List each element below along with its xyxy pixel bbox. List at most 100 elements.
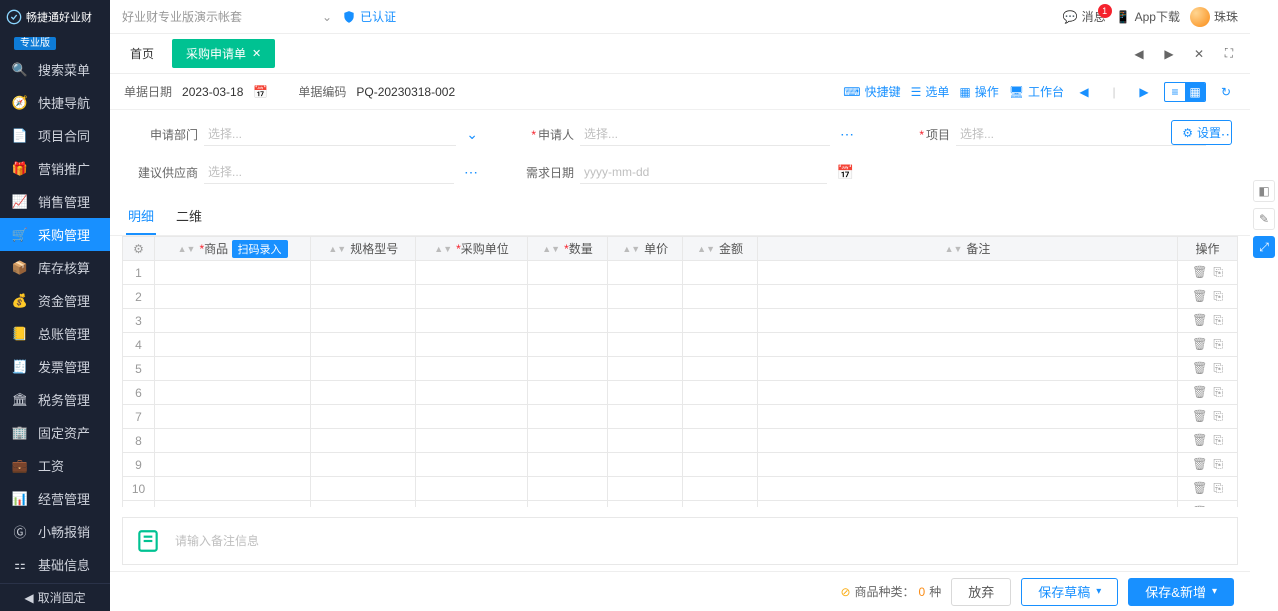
close-icon[interactable]: ✕ [252, 47, 261, 60]
delete-icon[interactable]: 🗑 [1192, 481, 1207, 495]
delete-icon[interactable]: 🗑 [1192, 457, 1207, 471]
sidebar-item-7[interactable]: 💰资金管理 [0, 284, 110, 317]
select-order-button[interactable]: ☰选单 [911, 83, 950, 100]
sidebar-item-6[interactable]: 📦库存核算 [0, 251, 110, 284]
rail-button-1[interactable]: ◧ [1253, 180, 1275, 202]
copy-icon[interactable]: ⎘ [1213, 385, 1223, 400]
view-list-button[interactable]: ≡ [1165, 83, 1185, 101]
app-download-button[interactable]: 📱 App下载 [1116, 8, 1180, 25]
nav-last-button[interactable]: ▶ [1134, 82, 1154, 102]
need-date-input[interactable] [580, 160, 827, 184]
table-settings-button[interactable]: ⚙ [123, 237, 155, 261]
table-row[interactable]: 3🗑⎘ [123, 309, 1238, 333]
sidebar-item-14[interactable]: Ⓖ小畅报销 [0, 515, 110, 548]
col-spec[interactable]: ▲▼规格型号 [311, 237, 416, 261]
tab-home[interactable]: 首页 [120, 39, 164, 68]
detail-tab-2d[interactable]: 二维 [174, 198, 204, 235]
table-row[interactable]: 6🗑⎘ [123, 381, 1238, 405]
doc-date-value[interactable]: 2023-03-18 [182, 85, 243, 99]
col-unit[interactable]: ▲▼*采购单位 [416, 237, 527, 261]
operations-button[interactable]: ▦操作 [959, 83, 998, 100]
sidebar-item-12[interactable]: 💼工资 [0, 449, 110, 482]
delete-icon[interactable]: 🗑 [1192, 313, 1207, 327]
col-qty[interactable]: ▲▼*数量 [527, 237, 608, 261]
delete-icon[interactable]: 🗑 [1192, 361, 1207, 375]
tab-close-all-button[interactable]: ✕ [1188, 43, 1210, 65]
save-draft-button[interactable]: 保存草稿 [1021, 578, 1118, 606]
table-row[interactable]: 2🗑⎘ [123, 285, 1238, 309]
shortcut-button[interactable]: ⌨快捷键 [843, 83, 900, 100]
account-selector[interactable]: 好业财专业版演示帐套 ⌄ [122, 8, 332, 25]
table-row[interactable]: 10🗑⎘ [123, 477, 1238, 501]
sidebar-item-9[interactable]: 🧾发票管理 [0, 350, 110, 383]
tab-purchase-request[interactable]: 采购申请单 ✕ [172, 39, 275, 68]
table-row[interactable]: 7🗑⎘ [123, 405, 1238, 429]
sidebar-item-10[interactable]: 🏛税务管理 [0, 383, 110, 416]
sidebar-item-3[interactable]: 🎁营销推广 [0, 152, 110, 185]
table-row[interactable]: 11🗑⎘ [123, 501, 1238, 508]
sidebar-item-0[interactable]: 🔍搜索菜单 [0, 53, 110, 86]
delete-icon[interactable]: 🗑 [1192, 289, 1207, 303]
sidebar-item-8[interactable]: 📒总账管理 [0, 317, 110, 350]
refresh-button[interactable]: ↻ [1216, 82, 1236, 102]
delete-icon[interactable]: 🗑 [1192, 409, 1207, 423]
settings-button[interactable]: ⚙ 设置 [1171, 120, 1232, 145]
delete-icon[interactable]: 🗑 [1192, 385, 1207, 399]
supplier-input[interactable] [204, 160, 454, 184]
copy-icon[interactable]: ⎘ [1213, 409, 1223, 424]
user-menu[interactable]: 珠珠 [1190, 7, 1238, 27]
fullscreen-button[interactable]: ⛶ [1218, 43, 1240, 65]
tab-prev-button[interactable]: ◀ [1128, 43, 1150, 65]
save-and-new-button[interactable]: 保存&新增 [1128, 578, 1234, 606]
chevron-down-icon[interactable]: ⌄ [462, 126, 482, 143]
rail-button-2[interactable]: ✎ [1253, 208, 1275, 230]
col-amount[interactable]: ▲▼金额 [683, 237, 758, 261]
copy-icon[interactable]: ⎘ [1213, 481, 1223, 496]
sidebar-item-2[interactable]: 📄项目合同 [0, 119, 110, 152]
scan-button[interactable]: 扫码录入 [232, 240, 288, 258]
nav-first-button[interactable]: ◀ [1074, 82, 1094, 102]
rail-button-3[interactable]: ⤢ [1253, 236, 1275, 258]
sidebar-item-15[interactable]: ⚏基础信息 [0, 548, 110, 581]
sidebar-item-5[interactable]: 🛒采购管理 [0, 218, 110, 251]
col-product[interactable]: ▲▼*商品 扫码录入 [155, 237, 311, 261]
delete-icon[interactable]: 🗑 [1192, 265, 1207, 279]
copy-icon[interactable]: ⎘ [1213, 265, 1223, 280]
copy-icon[interactable]: ⎘ [1213, 289, 1223, 304]
delete-icon[interactable]: 🗑 [1192, 337, 1207, 351]
col-remark[interactable]: ▲▼备注 [758, 237, 1178, 261]
table-row[interactable]: 8🗑⎘ [123, 429, 1238, 453]
workbench-button[interactable]: 🖥工作台 [1009, 83, 1064, 100]
copy-icon[interactable]: ⎘ [1213, 457, 1223, 472]
delete-icon[interactable]: 🗑 [1192, 505, 1207, 507]
col-price[interactable]: ▲▼单价 [608, 237, 683, 261]
copy-icon[interactable]: ⎘ [1213, 313, 1223, 328]
sidebar-item-13[interactable]: 📊经营管理 [0, 482, 110, 515]
project-input[interactable] [956, 122, 1206, 146]
copy-icon[interactable]: ⎘ [1213, 361, 1223, 376]
calendar-icon[interactable]: 📅 [253, 85, 268, 99]
sidebar-item-11[interactable]: 🏢固定资产 [0, 416, 110, 449]
tab-next-button[interactable]: ▶ [1158, 43, 1180, 65]
copy-icon[interactable]: ⎘ [1213, 433, 1223, 448]
messages-button[interactable]: 💬 消息 1 [1063, 8, 1106, 25]
table-row[interactable]: 4🗑⎘ [123, 333, 1238, 357]
table-row[interactable]: 9🗑⎘ [123, 453, 1238, 477]
table-row[interactable]: 1🗑⎘ [123, 261, 1238, 285]
copy-icon[interactable]: ⎘ [1213, 337, 1223, 352]
remark-input[interactable] [175, 534, 1225, 548]
sidebar-item-1[interactable]: 🧭快捷导航 [0, 86, 110, 119]
more-icon[interactable]: ⋯ [836, 126, 858, 143]
copy-icon[interactable]: ⎘ [1213, 505, 1223, 507]
calendar-icon[interactable]: 📅 [833, 164, 858, 181]
detail-tab-items[interactable]: 明细 [126, 198, 156, 235]
sidebar-item-4[interactable]: 📈销售管理 [0, 185, 110, 218]
unpin-button[interactable]: ◀ 取消固定 [0, 583, 110, 611]
table-row[interactable]: 5🗑⎘ [123, 357, 1238, 381]
view-card-button[interactable]: ▦ [1185, 83, 1205, 101]
applicant-input[interactable] [580, 122, 830, 146]
discard-button[interactable]: 放弃 [951, 578, 1011, 606]
dept-input[interactable] [204, 122, 456, 146]
delete-icon[interactable]: 🗑 [1192, 433, 1207, 447]
more-icon[interactable]: ⋯ [460, 164, 482, 181]
